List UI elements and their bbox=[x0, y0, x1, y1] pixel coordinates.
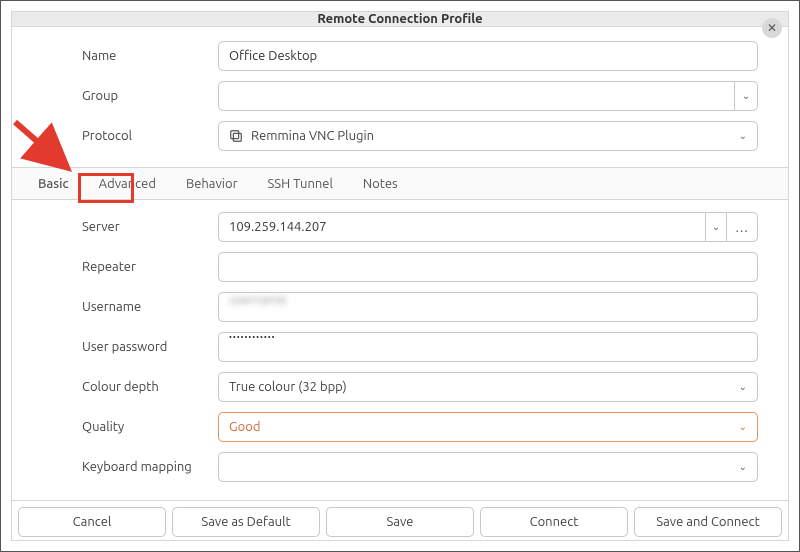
save-default-button[interactable]: Save as Default bbox=[172, 507, 320, 537]
group-label: Group bbox=[82, 89, 218, 103]
group-field[interactable] bbox=[218, 81, 735, 111]
tabs: Basic Advanced Behavior SSH Tunnel Notes bbox=[12, 168, 788, 200]
server-label: Server bbox=[82, 220, 218, 234]
repeater-label: Repeater bbox=[82, 260, 218, 274]
quality-label: Quality bbox=[82, 420, 218, 434]
tab-basic[interactable]: Basic bbox=[34, 173, 73, 195]
quality-select[interactable]: Good ⌄ bbox=[218, 412, 758, 442]
password-field[interactable]: •••••••••••• bbox=[218, 332, 758, 362]
username-field[interactable]: username bbox=[218, 292, 758, 322]
server-field[interactable] bbox=[218, 212, 706, 242]
cancel-button[interactable]: Cancel bbox=[18, 507, 166, 537]
chevron-down-icon: ⌄ bbox=[739, 130, 747, 142]
username-label: Username bbox=[82, 300, 218, 314]
protocol-value: Remmina VNC Plugin bbox=[251, 129, 374, 143]
chevron-down-icon: ⌄ bbox=[739, 421, 747, 433]
close-icon[interactable]: ✕ bbox=[762, 18, 782, 38]
server-dropdown[interactable]: ⌄ bbox=[706, 212, 728, 242]
keyboard-mapping-label: Keyboard mapping bbox=[82, 460, 218, 474]
chevron-down-icon: ⌄ bbox=[712, 221, 720, 233]
copy-icon bbox=[229, 129, 243, 143]
save-and-connect-button[interactable]: Save and Connect bbox=[634, 507, 782, 537]
colour-depth-select[interactable]: True colour (32 bpp) ⌄ bbox=[218, 372, 758, 402]
chevron-down-icon: ⌄ bbox=[739, 381, 747, 393]
connect-button[interactable]: Connect bbox=[480, 507, 628, 537]
tab-advanced[interactable]: Advanced bbox=[95, 173, 160, 195]
group-dropdown[interactable]: ⌄ bbox=[735, 81, 758, 111]
footer: Cancel Save as Default Save Connect Save… bbox=[12, 500, 788, 543]
tab-behavior[interactable]: Behavior bbox=[182, 173, 242, 195]
titlebar: Remote Connection Profile ✕ bbox=[12, 12, 788, 27]
name-label: Name bbox=[82, 49, 218, 63]
protocol-select[interactable]: Remmina VNC Plugin ⌄ bbox=[218, 121, 758, 151]
protocol-label: Protocol bbox=[82, 129, 218, 143]
repeater-field[interactable] bbox=[218, 252, 758, 282]
password-label: User password bbox=[82, 340, 218, 354]
tab-notes[interactable]: Notes bbox=[359, 173, 402, 195]
name-field[interactable] bbox=[218, 41, 758, 71]
colour-depth-label: Colour depth bbox=[82, 380, 218, 394]
quality-value: Good bbox=[229, 420, 260, 434]
chevron-down-icon: ⌄ bbox=[739, 461, 747, 473]
tab-ssh-tunnel[interactable]: SSH Tunnel bbox=[264, 173, 337, 195]
colour-depth-value: True colour (32 bpp) bbox=[229, 380, 347, 394]
save-button[interactable]: Save bbox=[326, 507, 474, 537]
server-more-button[interactable]: ... bbox=[727, 212, 758, 242]
keyboard-mapping-select[interactable]: ⌄ bbox=[218, 452, 758, 482]
window-title: Remote Connection Profile bbox=[317, 12, 482, 26]
chevron-down-icon: ⌄ bbox=[742, 90, 750, 102]
